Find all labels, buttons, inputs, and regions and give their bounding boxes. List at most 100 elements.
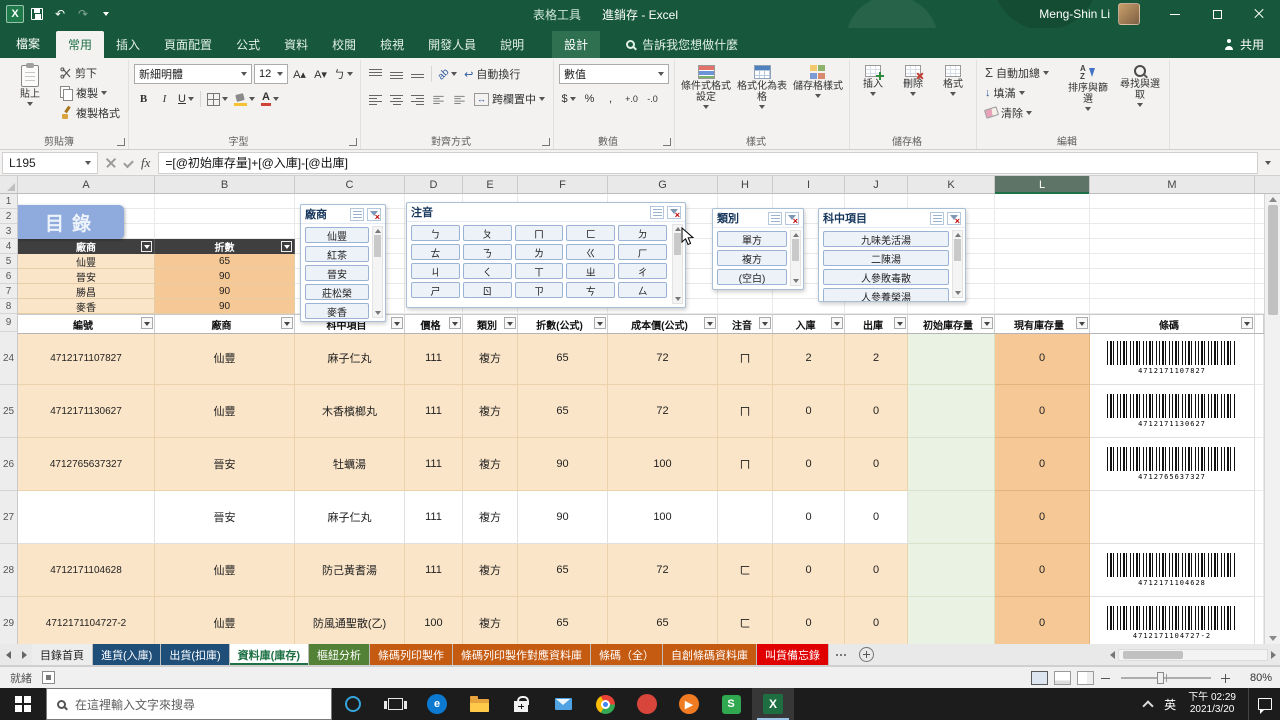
slicer-item[interactable]: ㄌ <box>515 244 564 260</box>
task-view-icon[interactable] <box>374 688 416 720</box>
scroll-up-icon[interactable] <box>1269 197 1277 202</box>
comma-style-button[interactable]: , <box>601 90 620 109</box>
slicer-item[interactable]: ㄗ <box>515 282 564 298</box>
column-header-D[interactable]: D <box>405 176 463 194</box>
slicer-scrollbar[interactable] <box>372 226 383 318</box>
restore-button[interactable] <box>1196 0 1238 28</box>
cell[interactable]: ㄇ <box>718 332 773 385</box>
column-filter-header[interactable]: 入庫 <box>773 315 845 333</box>
sheet-tab-進貨(入庫)[interactable]: 進貨(入庫) <box>93 644 161 665</box>
filter-dropdown-icon[interactable] <box>594 317 606 329</box>
slicer-item[interactable]: 人參養榮湯 <box>823 288 949 302</box>
media-player-icon[interactable]: ▶ <box>668 688 710 720</box>
filter-dropdown-icon[interactable] <box>141 317 153 329</box>
cell[interactable]: 0 <box>995 438 1090 491</box>
cell[interactable]: 0 <box>845 491 908 544</box>
filter-dropdown-icon[interactable] <box>141 241 152 252</box>
cell[interactable]: 65 <box>518 597 608 644</box>
cell[interactable]: 複方 <box>463 491 518 544</box>
conditional-formatting-button[interactable]: 條件式格式設定 <box>680 63 732 109</box>
cell[interactable] <box>1255 491 1264 544</box>
scroll-left-icon[interactable] <box>1110 651 1115 659</box>
vendor-column-header[interactable]: 廠商 <box>18 239 155 254</box>
filter-dropdown-icon[interactable] <box>1241 317 1253 329</box>
row-header[interactable]: 9 <box>0 314 17 332</box>
cancel-icon[interactable] <box>106 158 116 168</box>
cell-barcode[interactable]: 4712171104727-2 <box>1090 597 1255 644</box>
sheet-tab-條碼列印製作對應資料庫[interactable]: 條碼列印製作對應資料庫 <box>453 644 591 665</box>
scroll-down-icon[interactable] <box>955 291 961 295</box>
insert-cells-button[interactable]: 插入 <box>855 63 891 96</box>
cell[interactable]: 0 <box>773 491 845 544</box>
chrome-icon[interactable] <box>584 688 626 720</box>
cell[interactable]: 100 <box>405 597 463 644</box>
cell[interactable]: 0 <box>995 544 1090 597</box>
filter-dropdown-icon[interactable] <box>894 317 906 329</box>
font-dialog-launcher[interactable] <box>349 138 357 146</box>
cell[interactable]: ㄇ <box>718 385 773 438</box>
slicer-item[interactable]: ㄋ <box>463 244 512 260</box>
cell[interactable] <box>1255 385 1264 438</box>
slicer-item[interactable]: 人參敗毒散 <box>823 269 949 285</box>
slicer-item[interactable]: 九味羌活湯 <box>823 231 949 247</box>
normal-view-button[interactable] <box>1031 671 1048 685</box>
ribbon-tab-頁面配置[interactable]: 頁面配置 <box>152 31 224 58</box>
slicer-clear-filter-icon[interactable] <box>947 212 961 225</box>
cortana-icon[interactable] <box>332 688 374 720</box>
sheet-nav-right-icon[interactable] <box>16 644 32 665</box>
macro-record-icon[interactable] <box>42 671 55 684</box>
row-header[interactable]: 7 <box>0 284 17 299</box>
column-filter-header[interactable]: 初始庫存量 <box>908 315 995 333</box>
font-name-select[interactable]: 新細明體 <box>134 64 252 84</box>
share-button[interactable]: 共用 <box>1224 31 1264 58</box>
slicer-item[interactable]: ㄖ <box>463 282 512 298</box>
redo-icon[interactable]: ↷ <box>73 4 93 24</box>
align-center-button[interactable] <box>387 90 406 109</box>
fill-color-button[interactable] <box>232 90 257 109</box>
cell[interactable] <box>908 491 995 544</box>
vendor-column-header[interactable]: 折數 <box>155 239 295 254</box>
slicer-item[interactable]: (空白) <box>717 269 787 285</box>
column-header-B[interactable]: B <box>155 176 295 194</box>
store-icon[interactable] <box>500 688 542 720</box>
cell[interactable]: 111 <box>405 332 463 385</box>
cell[interactable]: 複方 <box>463 438 518 491</box>
column-filter-header[interactable]: 出庫 <box>845 315 908 333</box>
slicer-vendor[interactable]: 廠商仙豐紅茶晉安莊松榮麥香 <box>300 204 386 322</box>
increase-indent-button[interactable] <box>450 90 469 109</box>
catalog-button[interactable]: 目錄 <box>12 205 124 239</box>
slicer-item[interactable]: 二陳湯 <box>823 250 949 266</box>
cell[interactable]: 111 <box>405 491 463 544</box>
cut-button[interactable]: 剪下 <box>57 63 123 82</box>
cell[interactable]: 100 <box>608 491 718 544</box>
cell[interactable] <box>908 385 995 438</box>
cell[interactable]: 晉安 <box>155 438 295 491</box>
column-filter-header[interactable]: 現有庫存量 <box>995 315 1090 333</box>
cell[interactable] <box>1255 332 1264 385</box>
clear-button[interactable]: 清除 <box>982 103 1060 122</box>
slicer-item[interactable]: ㄇ <box>515 225 564 241</box>
column-filter-header[interactable]: 成本價(公式) <box>608 315 718 333</box>
sheet-tab-條碼（全）[interactable]: 條碼（全） <box>591 644 663 665</box>
slicer-item[interactable]: ㄏ <box>618 244 667 260</box>
slicer-item[interactable]: 晉安 <box>305 265 369 281</box>
cell[interactable]: 仙豐 <box>155 597 295 644</box>
formula-bar-expand-icon[interactable] <box>1258 161 1278 165</box>
cell[interactable]: 4712171104727-2 <box>18 597 155 644</box>
excel-icon[interactable]: X <box>752 688 794 720</box>
slicer-item[interactable]: ㄒ <box>515 263 564 279</box>
vertical-scrollbar[interactable] <box>1264 194 1280 644</box>
cell[interactable]: 複方 <box>463 332 518 385</box>
column-filter-header[interactable]: 類別 <box>463 315 518 333</box>
cell[interactable] <box>1255 597 1264 644</box>
cell[interactable]: 仙豐 <box>155 544 295 597</box>
cell[interactable]: 90 <box>518 438 608 491</box>
sort-filter-button[interactable]: AZ 排序與篩選 <box>1064 63 1112 111</box>
orientation-button[interactable]: ab <box>436 65 459 84</box>
close-button[interactable] <box>1238 0 1280 28</box>
cell-barcode[interactable]: 4712171104628 <box>1090 544 1255 597</box>
start-button[interactable] <box>0 688 46 720</box>
sheet-tab-目錄首頁[interactable]: 目錄首頁 <box>32 644 93 665</box>
row-header[interactable]: 25 <box>0 385 17 438</box>
row-header[interactable]: 8 <box>0 299 17 314</box>
